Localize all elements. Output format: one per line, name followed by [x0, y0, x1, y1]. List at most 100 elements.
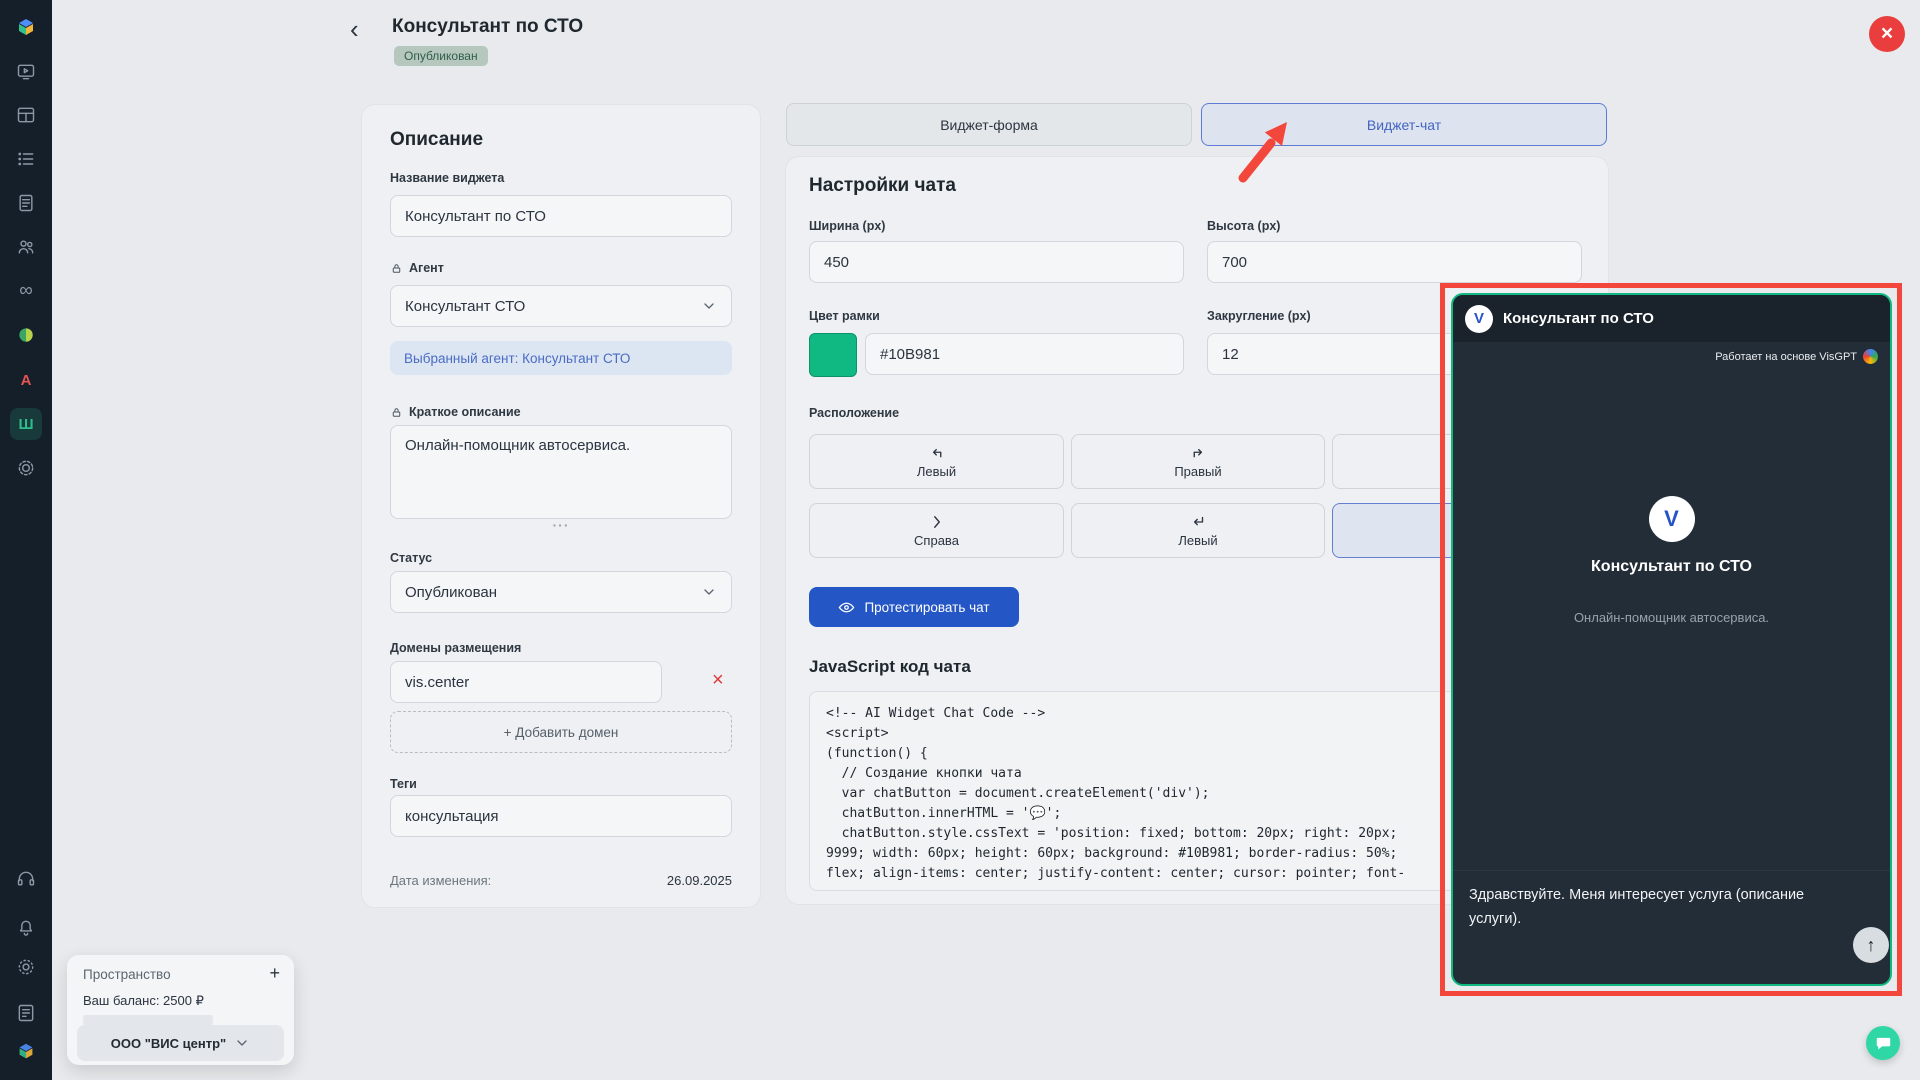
sidebar-item-theme[interactable]	[16, 957, 36, 977]
table-icon	[17, 107, 35, 123]
selected-agent-info: Выбранный агент: Консультант СТО	[390, 341, 732, 375]
description-title: Описание	[390, 129, 484, 150]
tags-label: Теги	[390, 777, 417, 791]
height-label: Высота (px)	[1207, 219, 1281, 233]
sidebar-item-documents[interactable]	[16, 193, 36, 213]
short-description-label: Краткое описание	[390, 405, 521, 419]
chat-header: V Консультант по СТО	[1453, 295, 1890, 342]
sidebar-item-lists[interactable]	[16, 149, 36, 169]
status-badge: Опубликован	[394, 46, 488, 66]
chat-header-title: Консультант по СТО	[1503, 310, 1654, 327]
position-left-bottom-button[interactable]: Левый	[1071, 503, 1325, 558]
date-modified-label: Дата изменения:	[390, 873, 492, 888]
remove-domain-button[interactable]: ×	[712, 669, 724, 692]
frame-color-label: Цвет рамки	[809, 309, 880, 323]
width-label: Ширина (px)	[809, 219, 886, 233]
sidebar-item-tables[interactable]	[16, 105, 36, 125]
back-button[interactable]: ‹	[350, 16, 359, 42]
description-panel: Описание Название виджета Агент Консульт…	[361, 104, 761, 908]
chat-center-subtitle: Онлайн-помощник автосервиса.	[1573, 610, 1770, 625]
eye-icon	[839, 602, 855, 612]
space-popup: Пространство + Ваш баланс: 2500 ₽ ООО "В…	[67, 955, 294, 1065]
sidebar-item-agents[interactable]: A	[16, 370, 36, 390]
logo-cube-icon	[19, 19, 33, 35]
domain-input[interactable]	[390, 661, 662, 703]
status-select[interactable]: Опубликован	[390, 571, 732, 613]
sidebar-item-monitor[interactable]	[16, 62, 36, 82]
monitor-icon	[17, 64, 35, 80]
position-label: Расположение	[809, 406, 900, 420]
tab-widget-chat[interactable]: Виджет-чат	[1201, 103, 1607, 146]
position-from-right-button[interactable]: Справа	[809, 503, 1064, 558]
height-input[interactable]	[1207, 241, 1582, 283]
sidebar-item-sphere[interactable]	[16, 325, 36, 345]
page-title: Консультант по СТО	[392, 16, 584, 37]
position-left-top-button[interactable]: Левый	[809, 434, 1064, 489]
infinity-icon: ∞	[19, 280, 33, 301]
short-description-textarea[interactable]: Онлайн-помощник автосервиса.	[390, 425, 732, 519]
sidebar-item-notifications[interactable]	[16, 918, 36, 938]
lock-icon	[392, 407, 401, 417]
chevron-down-icon	[704, 303, 714, 309]
organization-select[interactable]: ООО "ВИС центр"	[77, 1025, 284, 1061]
frame-color-swatch[interactable]	[809, 333, 857, 377]
lock-icon	[392, 263, 401, 273]
tags-input[interactable]	[390, 795, 732, 837]
tab-widget-form[interactable]: Виджет-форма	[786, 103, 1192, 146]
sidebar-item-integrations[interactable]: ∞	[16, 281, 36, 301]
widget-name-input[interactable]	[390, 195, 732, 237]
chat-bubble-button[interactable]	[1866, 1026, 1900, 1060]
gear-icon	[18, 460, 34, 476]
widget-name-label: Название виджета	[390, 171, 505, 185]
sidebar-item-widgets-active[interactable]: Ш	[10, 408, 42, 440]
sphere-icon	[19, 328, 33, 342]
radius-label: Закругление (px)	[1207, 309, 1311, 323]
sidebar-logo-bottom[interactable]	[14, 1040, 38, 1064]
chat-center-logo-icon: V	[1648, 496, 1695, 542]
balance-text: Ваш баланс: 2500 ₽	[83, 993, 204, 1008]
turn-left-icon	[932, 448, 941, 458]
domains-label: Домены размещения	[390, 641, 522, 655]
note-icon	[18, 1004, 34, 1022]
agent-label: Агент	[390, 261, 444, 275]
return-icon	[1193, 516, 1204, 526]
width-input[interactable]	[809, 241, 1184, 283]
add-space-button[interactable]: +	[269, 963, 280, 984]
position-right-top-button[interactable]: Правый	[1071, 434, 1325, 489]
visgpt-icon	[1863, 349, 1878, 364]
chevron-right-icon	[933, 516, 940, 528]
date-modified-value: 26.09.2025	[666, 873, 732, 888]
chat-message-input[interactable]: Здравствуйте. Меня интересует услуга (оп…	[1469, 883, 1839, 931]
chat-center-logo: V	[1453, 496, 1890, 542]
logo-cube-small-icon	[19, 1043, 33, 1059]
send-button[interactable]: ↑	[1853, 927, 1889, 963]
agent-select[interactable]: Консультант СТО	[390, 285, 732, 327]
sun-icon	[18, 959, 34, 975]
sidebar-item-docs[interactable]	[16, 1003, 36, 1023]
add-domain-button[interactable]: + Добавить домен	[390, 711, 732, 753]
headphones-icon	[17, 871, 35, 886]
list-icon	[18, 152, 34, 166]
test-chat-button[interactable]: Протестировать чат	[809, 587, 1019, 627]
chat-input-area: Здравствуйте. Меня интересует услуга (оп…	[1453, 870, 1890, 984]
letter-a-icon: A	[20, 371, 32, 389]
status-label: Статус	[390, 551, 433, 565]
js-code-title: JavaScript код чата	[809, 657, 971, 676]
sidebar-item-users[interactable]	[16, 237, 36, 257]
sidebar-item-settings[interactable]	[16, 458, 36, 478]
chat-bubble-icon	[1876, 1037, 1890, 1050]
document-stack-icon	[19, 194, 33, 212]
chevron-down-icon	[237, 1040, 247, 1046]
close-button[interactable]: ×	[1869, 16, 1905, 52]
resize-handle[interactable]: ···	[362, 518, 760, 532]
chat-settings-title: Настройки чата	[809, 175, 956, 196]
frame-color-input[interactable]	[865, 333, 1184, 375]
chat-center-title: Консультант по СТО	[1591, 558, 1752, 575]
sidebar: ∞ A Ш	[0, 0, 52, 1080]
turn-right-icon	[1193, 448, 1203, 458]
bell-icon	[19, 920, 33, 936]
app-logo-icon[interactable]	[13, 15, 39, 41]
app-window: ∞ A Ш ‹ Консультант по СТО Опубликован ×…	[0, 0, 1920, 1080]
sidebar-item-support[interactable]	[16, 869, 36, 889]
chevron-down-icon	[704, 589, 714, 595]
